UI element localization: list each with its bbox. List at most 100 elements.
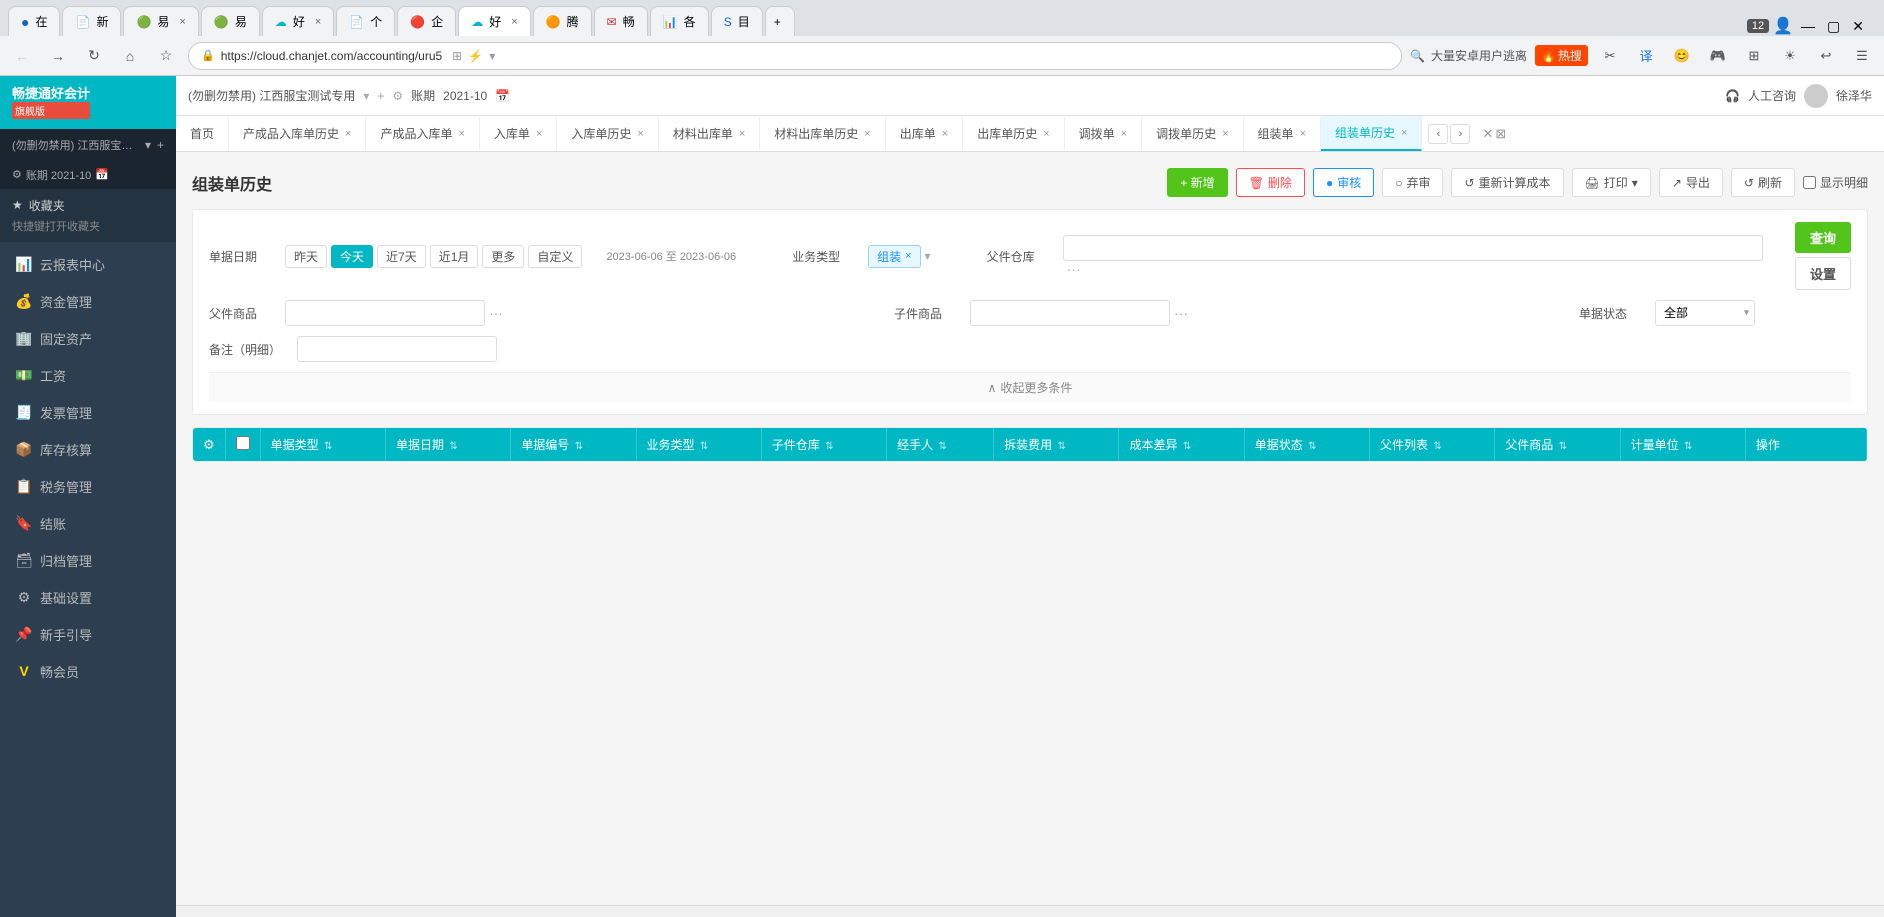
delete-button[interactable]: 🗑 删除 [1236,168,1305,197]
app-tab-home[interactable]: 首页 [176,117,229,150]
close-icon[interactable]: × [536,128,542,140]
app-tab-material-out-history[interactable]: 材料出库单历史 × [760,117,885,150]
browser-tab-8[interactable]: ☁ 好 × [458,6,530,36]
biz-type-dropdown-icon[interactable]: ▾ [925,249,931,263]
more-options-icon[interactable]: ··· [1063,261,1085,277]
sidebar-item-guide[interactable]: 📌 新手引导 [0,616,176,653]
cut-icon-btn[interactable]: ✂ [1596,42,1624,70]
th-settings[interactable]: ⚙ [193,428,225,461]
more-date-btn[interactable]: 更多 [482,245,524,268]
filter-settings-button[interactable]: 设置 [1795,257,1851,290]
export-button[interactable]: ↗ 导出 [1659,168,1723,197]
sidebar-item-member[interactable]: V 畅会员 [0,653,176,690]
th-parent-list[interactable]: 父件列表 ⇅ [1370,428,1495,461]
app-tab-finished[interactable]: 产成品入库单 × [366,117,479,150]
maximize-icon[interactable]: ▢ [1823,18,1844,35]
last7days-btn[interactable]: 近7天 [377,245,426,268]
new-button[interactable]: + 新增 [1167,168,1227,197]
sidebar-item-settings[interactable]: ⚙ 基础设置 [0,579,176,616]
sidebar-item-inventory[interactable]: 📦 库存核算 [0,431,176,468]
topbar-add-icon[interactable]: + [377,89,384,103]
close-icon[interactable]: × [345,128,351,140]
url-bar[interactable]: 🔒 https://cloud.chanjet.com/accounting/u… [188,42,1402,70]
parent-warehouse-input[interactable] [1063,235,1763,261]
close-icon[interactable]: × [179,16,185,28]
browser-tab-3[interactable]: 🟢 易 × [123,6,198,36]
forward-button[interactable]: → [44,42,72,70]
app-tab-transfer[interactable]: 调拨单 × [1065,117,1142,150]
close-icon[interactable]: × [637,128,643,140]
th-unit[interactable]: 计量单位 ⇅ [1620,428,1745,461]
sidebar-item-settlement[interactable]: 🔖 结账 [0,505,176,542]
sidebar-item-archive[interactable]: 🗃 归档管理 [0,542,176,579]
browser-tab-9[interactable]: 🟠 腾 [533,6,592,36]
app-tab-outbound[interactable]: 出库单 × [886,117,963,150]
close-icon[interactable]: × [1043,128,1049,140]
sidebar-item-payroll[interactable]: 💵 工资 [0,357,176,394]
sidebar-item-assets[interactable]: 🏢 固定资产 [0,320,176,357]
column-settings-icon[interactable]: ⚙ [203,437,215,452]
emoji-icon-btn[interactable]: 😊 [1668,42,1696,70]
app-tab-assembly[interactable]: 组装单 × [1244,117,1321,150]
menu-icon-btn[interactable]: ☰ [1848,42,1876,70]
remove-tag-icon[interactable]: × [905,250,911,262]
topbar-settings-icon[interactable]: ⚙ [392,89,403,103]
reload-button[interactable]: ↻ [80,42,108,70]
close-icon[interactable]: × [458,128,464,140]
custom-date-btn[interactable]: 自定义 [528,245,582,268]
th-checkbox[interactable] [225,428,260,461]
app-tab-transfer-history[interactable]: 调拨单历史 × [1142,117,1243,150]
th-handler[interactable]: 经手人 ⇅ [887,428,994,461]
th-biz-type[interactable]: 业务类型 ⇅ [636,428,761,461]
sidebar-item-reports[interactable]: 📊 云报表中心 [0,246,176,283]
browser-tab-6[interactable]: 📄 个 [336,6,395,36]
app-tab-inbound[interactable]: 入库单 × [480,117,557,150]
close-icon[interactable]: × [511,16,517,28]
th-parent-goods[interactable]: 父件商品 ⇅ [1495,428,1620,461]
child-goods-input[interactable] [970,300,1170,326]
horizontal-scrollbar[interactable] [176,905,1884,917]
th-child-warehouse[interactable]: 子件仓库 ⇅ [761,428,886,461]
browser-tab-10[interactable]: ✉ 畅 [594,6,648,36]
minimize-icon[interactable]: — [1797,18,1819,34]
app-tab-outbound-history[interactable]: 出库单历史 × [963,117,1064,150]
back-button[interactable]: ← [8,42,36,70]
plus-icon[interactable]: + [157,138,164,152]
th-cost-diff[interactable]: 成本差异 ⇅ [1119,428,1244,461]
account-selector[interactable]: (勿删勿禁用) 江西服宝测试专用 ▾ + [0,129,176,161]
app-tab-finished-history[interactable]: 产成品入库单历史 × [229,117,366,150]
remark-input[interactable] [297,336,497,362]
yesterday-btn[interactable]: 昨天 [285,245,327,268]
sidebar-item-funds[interactable]: 💰 资金管理 [0,283,176,320]
hot-search-btn[interactable]: 🔥 热搜 [1535,45,1588,66]
home-button[interactable]: ⌂ [116,42,144,70]
close-other-tabs-icon[interactable]: ⊠ [1495,126,1506,142]
show-detail-checkbox[interactable]: 显示明细 [1803,174,1868,191]
app-tab-inbound-history[interactable]: 入库单历史 × [557,117,658,150]
close-icon[interactable]: × [1121,128,1127,140]
app-tab-material-out[interactable]: 材料出库单 × [659,117,760,150]
abandon-button[interactable]: ○ 弃审 [1382,168,1443,197]
tab-next-arrow[interactable]: › [1450,124,1470,144]
sidebar-item-tax[interactable]: 📋 税务管理 [0,468,176,505]
close-icon[interactable]: × [1300,128,1306,140]
game-icon-btn[interactable]: 🎮 [1704,42,1732,70]
child-goods-more-icon[interactable]: ··· [1170,305,1192,321]
collapse-filter-btn[interactable]: ∧ 收起更多条件 [209,372,1851,402]
th-bill-type[interactable]: 单据类型 ⇅ [260,428,385,461]
close-icon[interactable]: × [864,128,870,140]
th-disassembly-fee[interactable]: 拆装费用 ⇅ [994,428,1119,461]
browser-tab-1[interactable]: ● 在 [8,6,60,36]
refresh-button[interactable]: ↺ 刷新 [1731,168,1795,197]
print-button[interactable]: 🖨 打印 ▾ [1572,168,1651,197]
status-select[interactable]: 全部 草稿 已审核 [1655,300,1755,326]
audit-button[interactable]: ● 审核 [1313,168,1374,197]
translate-icon-btn[interactable]: 译 [1632,42,1660,70]
new-tab-button[interactable]: + [765,6,795,36]
show-detail-input[interactable] [1803,176,1816,189]
select-all-checkbox[interactable] [236,436,250,450]
profile-icon[interactable]: 👤 [1773,16,1793,36]
close-icon[interactable]: × [315,16,321,28]
parent-goods-more-icon[interactable]: ··· [485,305,507,321]
sun-icon-btn[interactable]: ☀ [1776,42,1804,70]
